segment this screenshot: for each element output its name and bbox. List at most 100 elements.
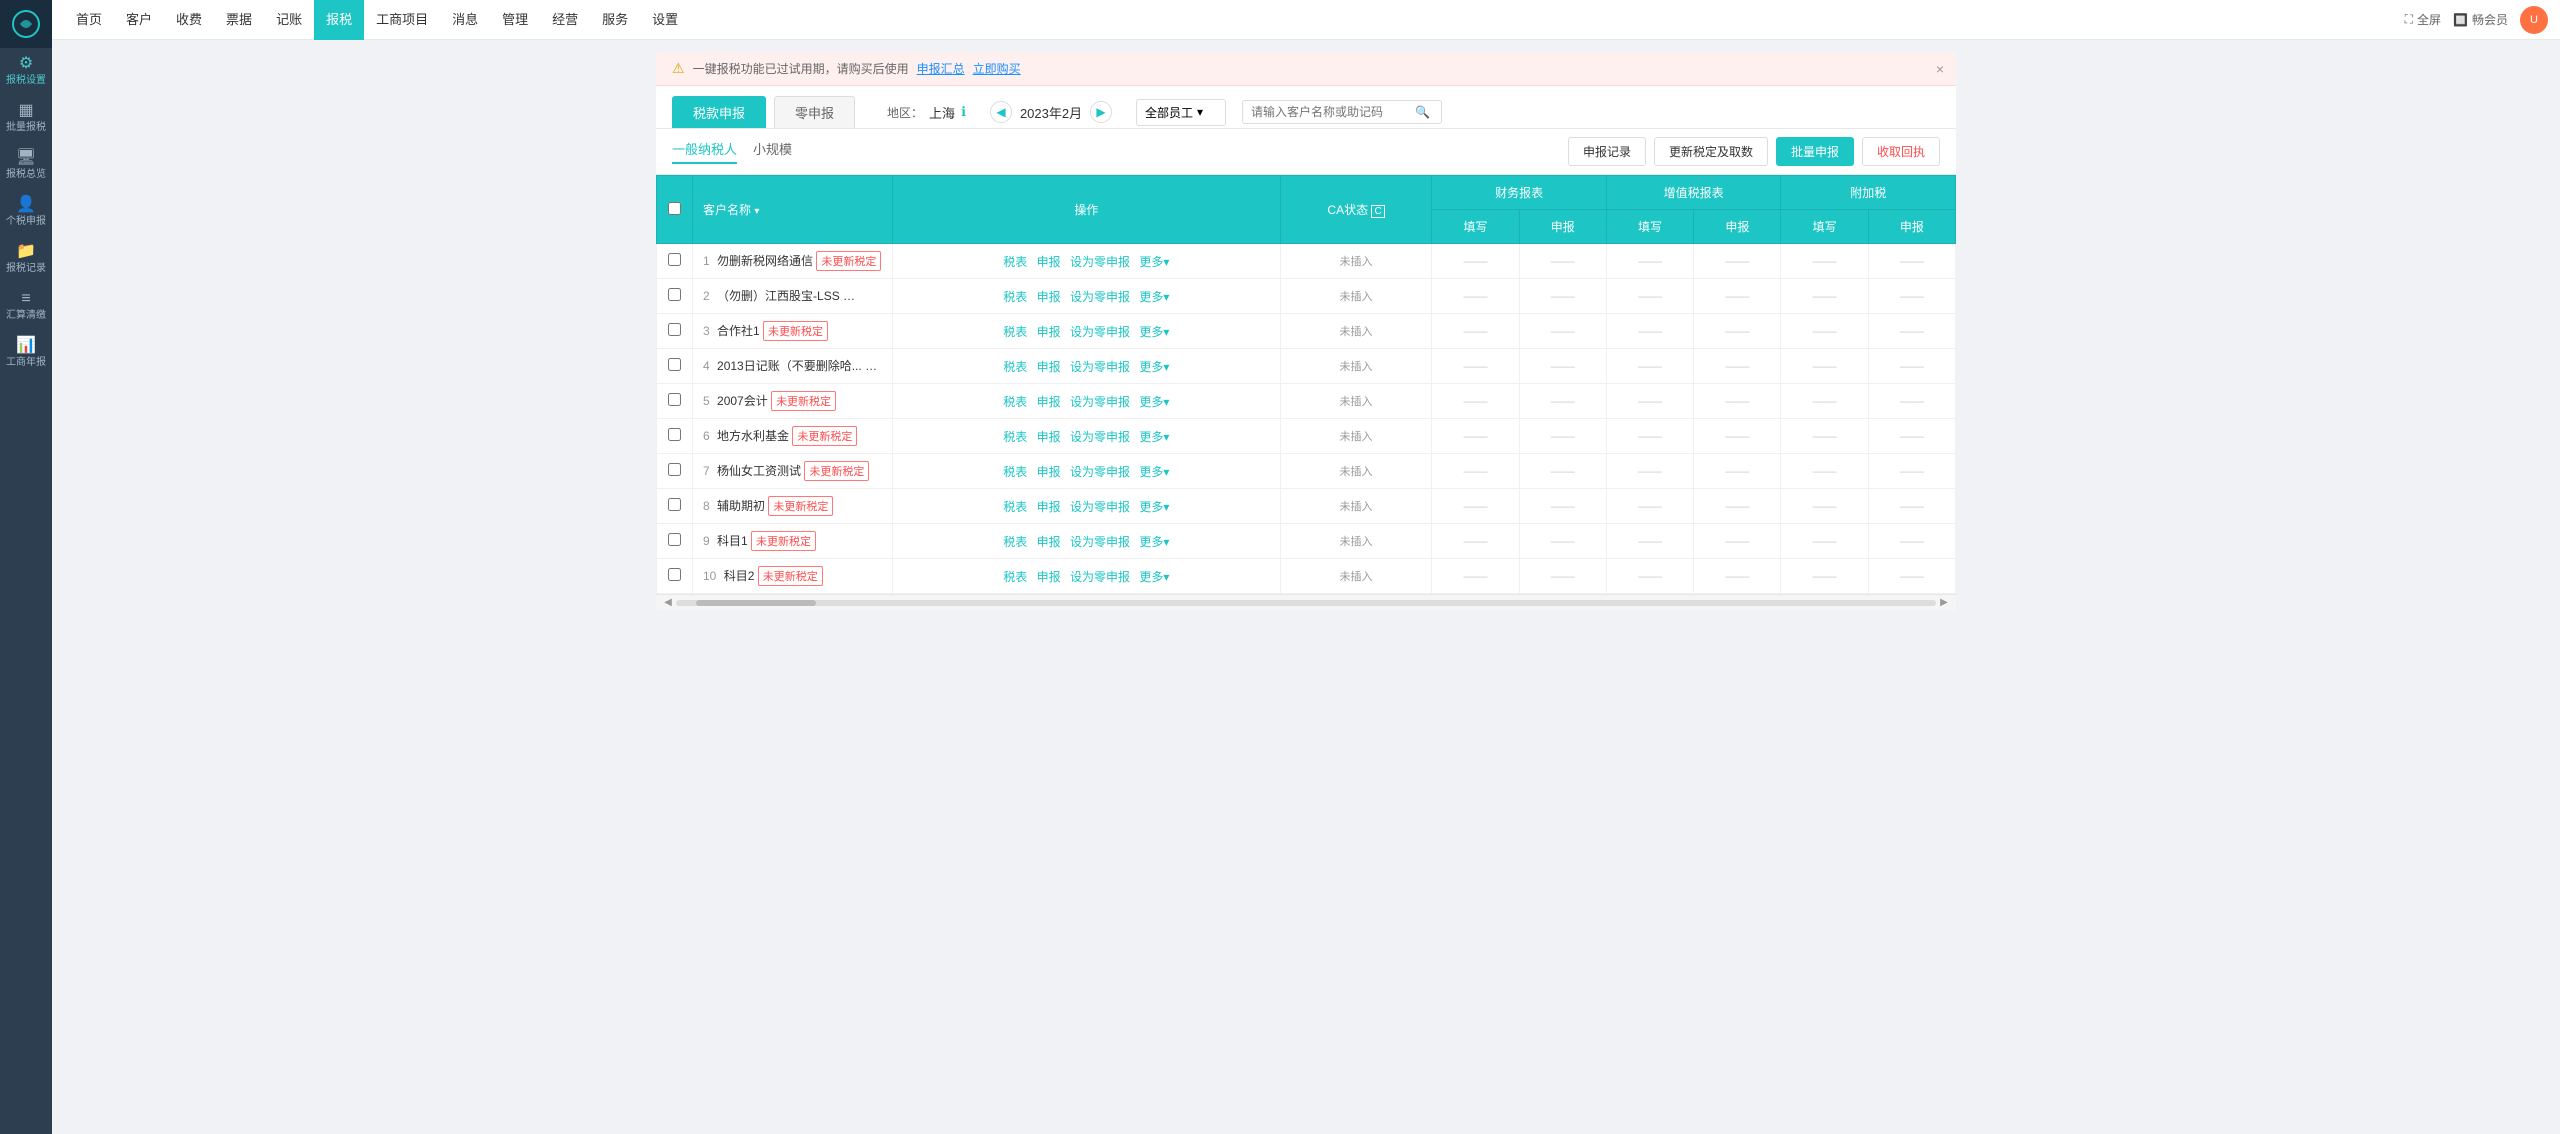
banner-link-records[interactable]: 申报汇总	[917, 60, 965, 77]
region-info-icon[interactable]: ℹ	[961, 104, 966, 120]
scroll-track[interactable]	[676, 600, 1936, 606]
op-more-3[interactable]: 更多▾	[1139, 360, 1169, 374]
nav-home[interactable]: 首页	[64, 0, 114, 40]
op-tax-table-3[interactable]: 税表	[1003, 360, 1027, 374]
row-checkbox-1[interactable]	[657, 279, 693, 314]
row-checkbox-0[interactable]	[657, 244, 693, 279]
user-avatar[interactable]: U	[2520, 6, 2548, 34]
op-more-0[interactable]: 更多▾	[1139, 255, 1169, 269]
op-submit-9[interactable]: 申报	[1037, 570, 1061, 584]
op-submit-3[interactable]: 申报	[1037, 360, 1061, 374]
op-zero-8[interactable]: 设为零申报	[1070, 535, 1130, 549]
op-tax-table-7[interactable]: 税表	[1003, 500, 1027, 514]
banner-link-buy[interactable]: 立即购买	[973, 60, 1021, 77]
sidebar-item-personal-tax[interactable]: 👤 个税申报	[0, 189, 52, 236]
row-checkbox-4[interactable]	[657, 384, 693, 419]
op-more-5[interactable]: 更多▾	[1139, 430, 1169, 444]
sidebar-item-business-report[interactable]: 📊 工商年报	[0, 330, 52, 377]
op-tax-table-6[interactable]: 税表	[1003, 465, 1027, 479]
nav-service[interactable]: 服务	[590, 0, 640, 40]
nav-manage[interactable]: 管理	[490, 0, 540, 40]
sidebar-item-batch-tax[interactable]: ▦ 批量报税	[0, 95, 52, 142]
op-tax-table-9[interactable]: 税表	[1003, 570, 1027, 584]
horizontal-scrollbar[interactable]: ◀ ▶	[656, 594, 1956, 610]
op-tax-table-5[interactable]: 税表	[1003, 430, 1027, 444]
btn-records[interactable]: 申报记录	[1568, 137, 1646, 166]
op-tax-table-0[interactable]: 税表	[1003, 255, 1027, 269]
op-zero-7[interactable]: 设为零申报	[1070, 500, 1130, 514]
nav-invoice[interactable]: 票据	[214, 0, 264, 40]
sub-tab-general[interactable]: 一般纳税人	[672, 139, 737, 164]
op-submit-2[interactable]: 申报	[1037, 325, 1061, 339]
fullscreen-button[interactable]: ⛶ 全屏	[2405, 11, 2441, 28]
op-more-6[interactable]: 更多▾	[1139, 465, 1169, 479]
nav-message[interactable]: 消息	[440, 0, 490, 40]
op-zero-2[interactable]: 设为零申报	[1070, 325, 1130, 339]
op-tax-table-1[interactable]: 税表	[1003, 290, 1027, 304]
search-input[interactable]	[1251, 105, 1411, 119]
fullscreen-icon: ⛶	[2405, 12, 2413, 27]
row-ts-2: ——	[1694, 314, 1781, 349]
op-more-2[interactable]: 更多▾	[1139, 325, 1169, 339]
nav-business[interactable]: 工商项目	[364, 0, 440, 40]
scroll-left-button[interactable]: ◀	[660, 595, 676, 611]
op-zero-1[interactable]: 设为零申报	[1070, 290, 1130, 304]
scroll-right-button[interactable]: ▶	[1936, 595, 1952, 611]
op-submit-4[interactable]: 申报	[1037, 395, 1061, 409]
logo	[0, 0, 52, 48]
sidebar-item-tax-settings[interactable]: ⚙ 报税设置	[0, 48, 52, 95]
op-more-4[interactable]: 更多▾	[1139, 395, 1169, 409]
scroll-thumb[interactable]	[696, 600, 816, 606]
op-zero-9[interactable]: 设为零申报	[1070, 570, 1130, 584]
search-icon[interactable]: 🔍	[1415, 105, 1430, 119]
nav-billing[interactable]: 收费	[164, 0, 214, 40]
op-zero-3[interactable]: 设为零申报	[1070, 360, 1130, 374]
btn-batch[interactable]: 批量申报	[1776, 137, 1854, 166]
row-checkbox-9[interactable]	[657, 559, 693, 594]
op-zero-6[interactable]: 设为零申报	[1070, 465, 1130, 479]
row-checkbox-5[interactable]	[657, 419, 693, 454]
sub-tab-small[interactable]: 小规模	[753, 139, 792, 164]
op-submit-8[interactable]: 申报	[1037, 535, 1061, 549]
nav-accounting[interactable]: 记账	[264, 0, 314, 40]
select-all-checkbox[interactable]	[668, 202, 681, 215]
btn-update[interactable]: 更新税定及取数	[1654, 137, 1768, 166]
op-more-8[interactable]: 更多▾	[1139, 535, 1169, 549]
calc-clear-icon: ≡	[21, 291, 30, 307]
row-checkbox-6[interactable]	[657, 454, 693, 489]
nav-finance[interactable]: 经营	[540, 0, 590, 40]
date-next-button[interactable]: ▶	[1090, 101, 1112, 123]
dept-select[interactable]: 全部员工 ▾	[1136, 99, 1226, 126]
date-prev-button[interactable]: ◀	[990, 101, 1012, 123]
nav-tax[interactable]: 报税	[314, 0, 364, 40]
op-submit-0[interactable]: 申报	[1037, 255, 1061, 269]
tab-zero-declare[interactable]: 零申报	[774, 96, 855, 128]
op-more-7[interactable]: 更多▾	[1139, 500, 1169, 514]
op-tax-table-2[interactable]: 税表	[1003, 325, 1027, 339]
op-tax-table-8[interactable]: 税表	[1003, 535, 1027, 549]
op-submit-6[interactable]: 申报	[1037, 465, 1061, 479]
op-more-9[interactable]: 更多▾	[1139, 570, 1169, 584]
op-zero-0[interactable]: 设为零申报	[1070, 255, 1130, 269]
nav-customer[interactable]: 客户	[114, 0, 164, 40]
upgrade-button[interactable]: 🔲 畅会员	[2453, 11, 2508, 28]
sidebar-item-tax-overview[interactable]: 🖥 报税总览	[0, 142, 52, 189]
row-checkbox-2[interactable]	[657, 314, 693, 349]
nav-settings[interactable]: 设置	[640, 0, 690, 40]
btn-withdraw[interactable]: 收取回执	[1862, 137, 1940, 166]
sidebar-item-tax-records[interactable]: 📁 报税记录	[0, 236, 52, 283]
sidebar-item-calc-clear[interactable]: ≡ 汇算清缴	[0, 283, 52, 330]
banner-close-button[interactable]: ×	[1936, 61, 1944, 77]
row-checkbox-3[interactable]	[657, 349, 693, 384]
op-submit-5[interactable]: 申报	[1037, 430, 1061, 444]
row-checkbox-8[interactable]	[657, 524, 693, 559]
op-submit-1[interactable]: 申报	[1037, 290, 1061, 304]
tab-tax-declare[interactable]: 税款申报	[672, 96, 766, 128]
row-checkbox-7[interactable]	[657, 489, 693, 524]
op-more-1[interactable]: 更多▾	[1139, 290, 1169, 304]
op-zero-4[interactable]: 设为零申报	[1070, 395, 1130, 409]
op-tax-table-4[interactable]: 税表	[1003, 395, 1027, 409]
op-submit-7[interactable]: 申报	[1037, 500, 1061, 514]
th-name: 客户名称 ▾	[693, 176, 893, 244]
op-zero-5[interactable]: 设为零申报	[1070, 430, 1130, 444]
